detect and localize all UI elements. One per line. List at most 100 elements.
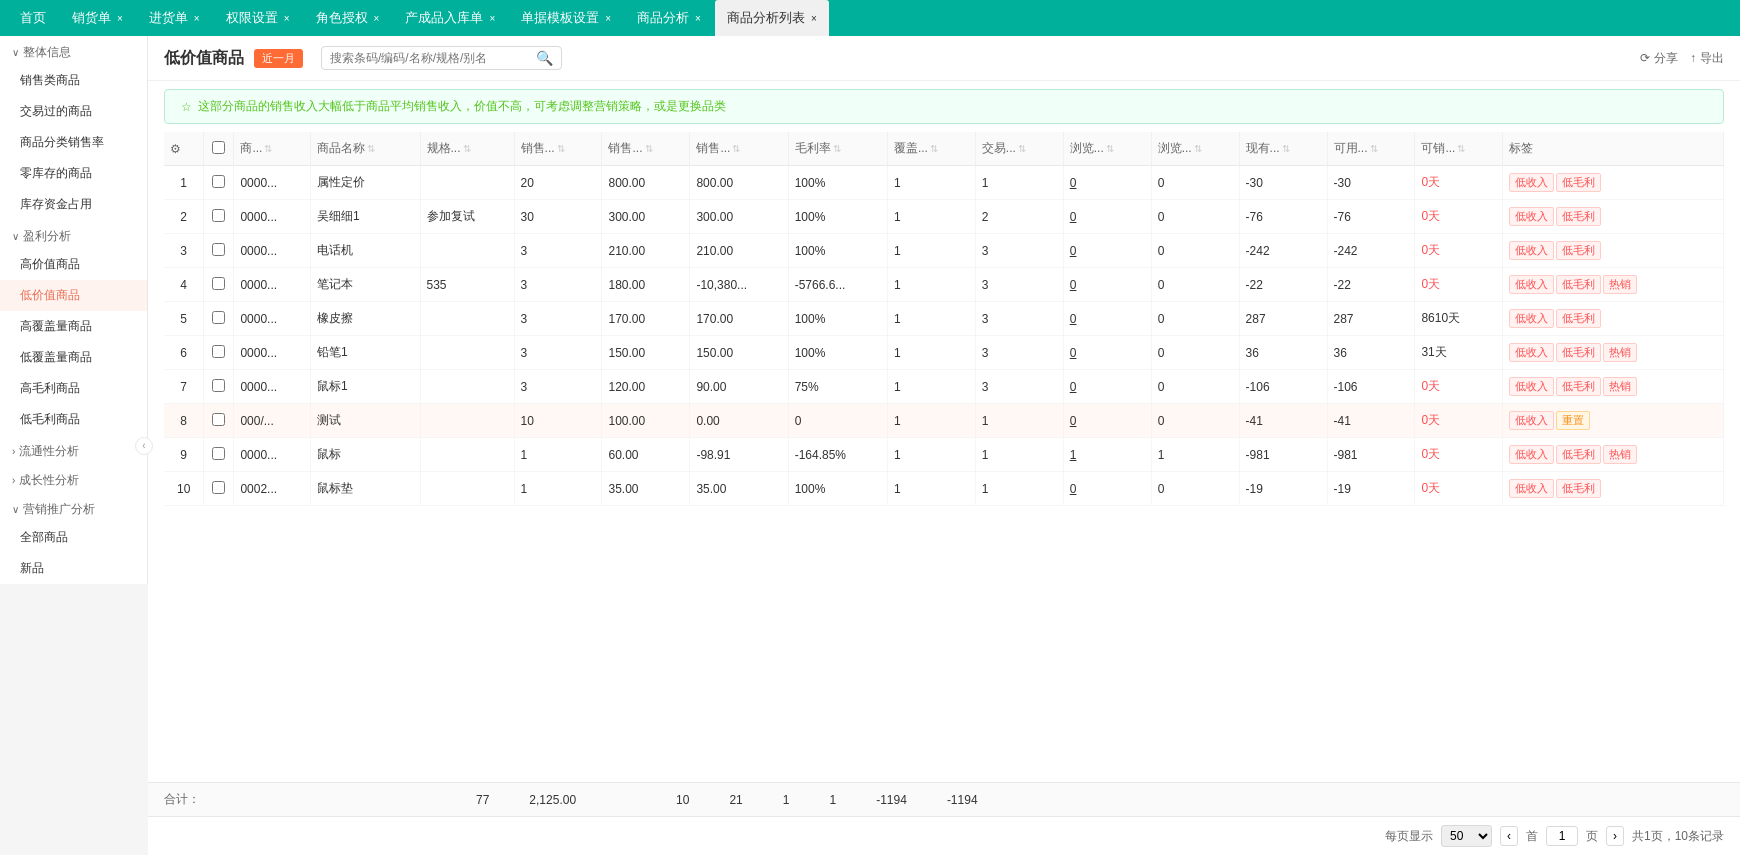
td-available: -30 <box>1327 166 1415 200</box>
sidebar-item-category-rate[interactable]: 商品分类销售率 <box>0 127 147 158</box>
first-page-button[interactable]: ‹ <box>1500 826 1518 846</box>
td-margin: -164.85% <box>788 438 887 472</box>
sidebar-section-overall[interactable]: ∨ 整体信息 <box>0 36 147 65</box>
td-margin: 100% <box>788 166 887 200</box>
tag-label: 低毛利 <box>1556 309 1601 328</box>
nav-item-goods-list[interactable]: 商品分析列表 × <box>715 0 829 36</box>
nav-close-sales[interactable]: × <box>117 13 123 24</box>
td-sales-qty: 3 <box>514 302 602 336</box>
export-button[interactable]: ↑ 导出 <box>1690 50 1724 67</box>
next-page-button[interactable]: › <box>1606 826 1624 846</box>
sidebar-item-stock-funds[interactable]: 库存资金占用 <box>0 189 147 220</box>
td-browse1: 0 <box>1063 200 1151 234</box>
sidebar-item-traded-goods[interactable]: 交易过的商品 <box>0 96 147 127</box>
td-sales-cost: 300.00 <box>690 200 788 234</box>
td-sales-qty: 3 <box>514 234 602 268</box>
table-wrapper: ⚙ 商...⇅ 商品名称⇅ 规格...⇅ 销售...⇅ 销售...⇅ 销售...… <box>148 132 1740 782</box>
th-margin: 毛利率⇅ <box>788 132 887 166</box>
search-box: 🔍 <box>321 46 562 70</box>
search-icon[interactable]: 🔍 <box>536 50 553 66</box>
nav-item-goods-analysis[interactable]: 商品分析 × <box>625 0 713 36</box>
nav-item-product-stock[interactable]: 产成品入库单 × <box>393 0 507 36</box>
td-browse2: 1 <box>1151 438 1239 472</box>
page-size-select[interactable]: 50 100 200 <box>1441 825 1492 847</box>
browse1-link[interactable]: 0 <box>1070 346 1077 360</box>
td-spec <box>420 404 514 438</box>
nav-close-product-stock[interactable]: × <box>489 13 495 24</box>
row-checkbox[interactable] <box>212 209 225 222</box>
td-current-stock: -106 <box>1239 370 1327 404</box>
browse1-link[interactable]: 0 <box>1070 380 1077 394</box>
nav-item-template[interactable]: 单据模板设置 × <box>509 0 623 36</box>
browse1-link[interactable]: 0 <box>1070 176 1077 190</box>
td-checkbox <box>204 302 234 336</box>
td-available: 36 <box>1327 336 1415 370</box>
row-checkbox[interactable] <box>212 379 225 392</box>
settings-icon[interactable]: ⚙ <box>170 142 181 156</box>
row-checkbox[interactable] <box>212 311 225 324</box>
row-checkbox[interactable] <box>212 175 225 188</box>
row-checkbox[interactable] <box>212 345 225 358</box>
browse1-link[interactable]: 0 <box>1070 414 1077 428</box>
row-checkbox[interactable] <box>212 413 225 426</box>
row-checkbox[interactable] <box>212 277 225 290</box>
td-margin: 100% <box>788 302 887 336</box>
nav-item-purchase[interactable]: 进货单 × <box>137 0 212 36</box>
search-input[interactable] <box>330 51 530 65</box>
sidebar-item-high-value[interactable]: 高价值商品 <box>0 249 147 280</box>
sidebar-item-high-coverage[interactable]: 高覆盖量商品 <box>0 311 147 342</box>
td-no: 5 <box>164 302 204 336</box>
browse1-link[interactable]: 0 <box>1070 278 1077 292</box>
table-row: 9 0000... 鼠标 1 60.00 -98.91 -164.85% 1 1… <box>164 438 1724 472</box>
row-checkbox[interactable] <box>212 243 225 256</box>
sidebar-collapse-button[interactable]: ‹ <box>135 437 153 455</box>
sidebar-item-zero-stock[interactable]: 零库存的商品 <box>0 158 147 189</box>
sidebar-item-low-value[interactable]: 低价值商品 <box>0 280 147 311</box>
td-spec <box>420 336 514 370</box>
browse1-link[interactable]: 0 <box>1070 210 1077 224</box>
td-no: 3 <box>164 234 204 268</box>
row-checkbox[interactable] <box>212 481 225 494</box>
sidebar-section-circulation[interactable]: › 流通性分析 <box>0 435 147 464</box>
sidebar-item-new-goods[interactable]: 新品 <box>0 553 147 584</box>
nav-item-home[interactable]: 首页 <box>8 0 58 36</box>
sidebar-section-marketing[interactable]: ∨ 营销推广分析 <box>0 493 147 522</box>
sidebar-item-low-coverage[interactable]: 低覆盖量商品 <box>0 342 147 373</box>
nav-close-roles[interactable]: × <box>374 13 380 24</box>
td-name: 属性定价 <box>311 166 420 200</box>
nav-close-goods-list[interactable]: × <box>811 13 817 24</box>
td-tags: 低收入低毛利热销 <box>1503 370 1724 404</box>
td-sales-amt: 800.00 <box>602 166 690 200</box>
sidebar-item-low-margin[interactable]: 低毛利商品 <box>0 404 147 435</box>
nav-close-template[interactable]: × <box>605 13 611 24</box>
browse1-link[interactable]: 1 <box>1070 448 1077 462</box>
nav-close-goods-analysis[interactable]: × <box>695 13 701 24</box>
row-checkbox[interactable] <box>212 447 225 460</box>
sidebar-section-profit[interactable]: ∨ 盈利分析 <box>0 220 147 249</box>
browse1-link[interactable]: 0 <box>1070 482 1077 496</box>
nav-item-sales[interactable]: 销货单 × <box>60 0 135 36</box>
sidebar-item-high-margin[interactable]: 高毛利商品 <box>0 373 147 404</box>
sidebar-item-sales-goods[interactable]: 销售类商品 <box>0 65 147 96</box>
sidebar-section-growth[interactable]: › 成长性分析 <box>0 464 147 493</box>
nav-item-roles[interactable]: 角色授权 × <box>304 0 392 36</box>
browse1-link[interactable]: 0 <box>1070 244 1077 258</box>
nav-close-purchase[interactable]: × <box>194 13 200 24</box>
td-spec <box>420 370 514 404</box>
td-trade: 3 <box>975 370 1063 404</box>
th-code: 商...⇅ <box>234 132 311 166</box>
nav-item-permissions[interactable]: 权限设置 × <box>214 0 302 36</box>
time-range-tag[interactable]: 近一月 <box>254 49 303 68</box>
share-button[interactable]: ⟳ 分享 <box>1640 50 1678 67</box>
td-sales-qty: 3 <box>514 370 602 404</box>
browse1-link[interactable]: 0 <box>1070 312 1077 326</box>
td-coverage: 1 <box>887 200 975 234</box>
nav-close-permissions[interactable]: × <box>284 13 290 24</box>
td-trade: 1 <box>975 438 1063 472</box>
sidebar-item-all-goods[interactable]: 全部商品 <box>0 522 147 553</box>
td-checkbox <box>204 438 234 472</box>
select-all-checkbox[interactable] <box>212 141 225 154</box>
th-settings[interactable]: ⚙ <box>164 132 204 166</box>
td-sales-cost: 0.00 <box>690 404 788 438</box>
page-number-input[interactable] <box>1546 826 1578 846</box>
